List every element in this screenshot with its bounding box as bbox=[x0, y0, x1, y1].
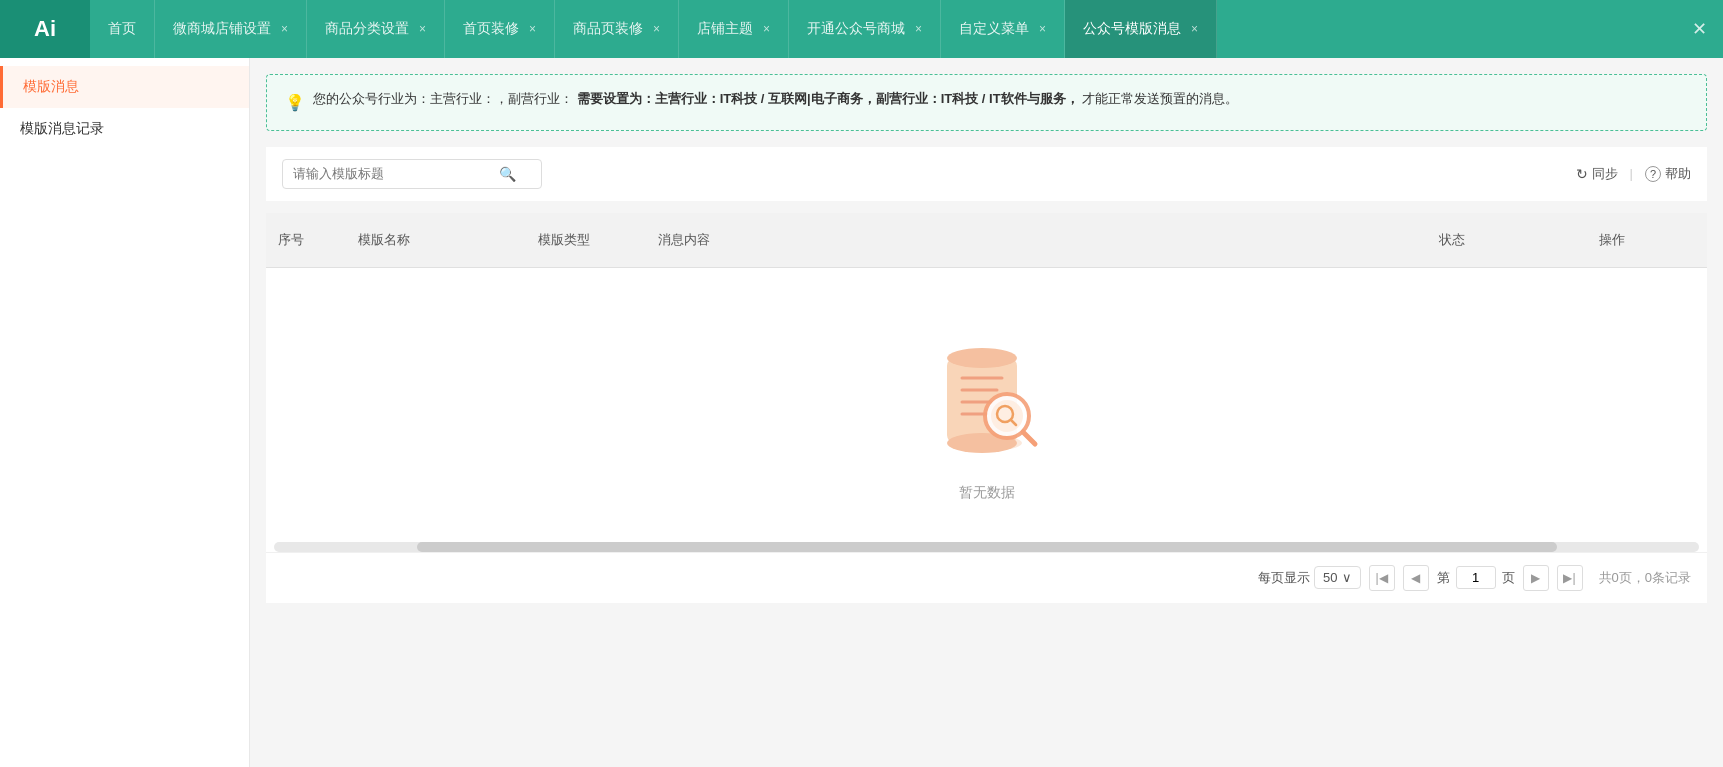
tab-category-settings-label: 商品分类设置 bbox=[325, 20, 409, 38]
first-page-icon: |◀ bbox=[1375, 571, 1387, 585]
svg-line-10 bbox=[1023, 432, 1035, 444]
pagination: 每页显示 50 ∨ |◀ ◀ 第 页 ▶ bbox=[266, 552, 1707, 603]
top-nav: Ai 首页 微商城店铺设置 × 商品分类设置 × 首页装修 × 商品页装修 × … bbox=[0, 0, 1723, 58]
sidebar: 模版消息 模版消息记录 bbox=[0, 58, 250, 767]
svg-point-2 bbox=[947, 348, 1017, 368]
tab-store-theme[interactable]: 店铺主题 × bbox=[679, 0, 789, 58]
page-unit: 页 bbox=[1502, 569, 1515, 587]
prev-page-button[interactable]: ◀ bbox=[1403, 565, 1429, 591]
next-page-button[interactable]: ▶ bbox=[1523, 565, 1549, 591]
search-input[interactable] bbox=[293, 166, 493, 181]
page-size-select: 每页显示 50 ∨ bbox=[1258, 566, 1360, 589]
tab-store-theme-close[interactable]: × bbox=[763, 22, 770, 36]
tab-product-decoration-close[interactable]: × bbox=[653, 22, 660, 36]
sync-button[interactable]: ↻ 同步 bbox=[1576, 165, 1618, 183]
tab-home-label: 首页 bbox=[108, 20, 136, 38]
page-size-dropdown[interactable]: 50 ∨ bbox=[1314, 566, 1360, 589]
total-info: 共0页，0条记录 bbox=[1599, 569, 1691, 587]
page-size-value: 50 bbox=[1323, 570, 1337, 585]
search-input-wrap[interactable]: 🔍 bbox=[282, 159, 542, 189]
scrollbar-thumb[interactable] bbox=[417, 542, 1557, 552]
chevron-down-icon: ∨ bbox=[1342, 570, 1352, 585]
tab-custom-menu-label: 自定义菜单 bbox=[959, 20, 1029, 38]
tab-category-settings[interactable]: 商品分类设置 × bbox=[307, 0, 445, 58]
tab-home-decoration[interactable]: 首页装修 × bbox=[445, 0, 555, 58]
prev-page-icon: ◀ bbox=[1411, 571, 1420, 585]
table-wrap: 序号 模版名称 模版类型 消息内容 状态 操作 bbox=[266, 213, 1707, 603]
tab-home-decoration-close[interactable]: × bbox=[529, 22, 536, 36]
next-page-icon: ▶ bbox=[1531, 571, 1540, 585]
col-message-content: 消息内容 bbox=[646, 223, 1427, 257]
sidebar-item-template-message-record[interactable]: 模版消息记录 bbox=[0, 108, 249, 150]
tab-template-message[interactable]: 公众号模版消息 × bbox=[1065, 0, 1217, 58]
content-area: 💡 您的公众号行业为：主营行业：，副营行业： 需要设置为：主营行业：IT科技 /… bbox=[250, 58, 1723, 767]
tab-custom-menu-close[interactable]: × bbox=[1039, 22, 1046, 36]
tab-category-close[interactable]: × bbox=[419, 22, 426, 36]
tab-custom-menu[interactable]: 自定义菜单 × bbox=[941, 0, 1065, 58]
table-header: 序号 模版名称 模版类型 消息内容 状态 操作 bbox=[266, 213, 1707, 268]
sidebar-item-template-message-record-label: 模版消息记录 bbox=[20, 120, 104, 136]
notice-highlight-text: 需要设置为：主营行业：IT科技 / 互联网|电子商务，副营行业：IT科技 / I… bbox=[577, 91, 1079, 106]
col-template-type: 模版类型 bbox=[526, 223, 646, 257]
tab-open-mall-close[interactable]: × bbox=[915, 22, 922, 36]
nav-tabs: 首页 微商城店铺设置 × 商品分类设置 × 首页装修 × 商品页装修 × 店铺主… bbox=[90, 0, 1676, 58]
first-page-button[interactable]: |◀ bbox=[1369, 565, 1395, 591]
tab-shop-settings-label: 微商城店铺设置 bbox=[173, 20, 271, 38]
svg-point-9 bbox=[991, 400, 1023, 432]
tab-open-mall[interactable]: 开通公众号商城 × bbox=[789, 0, 941, 58]
help-button[interactable]: ? 帮助 bbox=[1645, 165, 1691, 183]
page-size-label: 每页显示 bbox=[1258, 569, 1310, 587]
notice-icon: 💡 bbox=[285, 90, 305, 116]
col-status: 状态 bbox=[1427, 223, 1587, 257]
page-label: 第 bbox=[1437, 569, 1450, 587]
help-icon: ? bbox=[1645, 166, 1661, 182]
sync-icon: ↻ bbox=[1576, 166, 1588, 182]
last-page-icon: ▶| bbox=[1563, 571, 1575, 585]
sidebar-item-template-message[interactable]: 模版消息 bbox=[0, 66, 249, 108]
tab-store-theme-label: 店铺主题 bbox=[697, 20, 753, 38]
main-layout: 模版消息 模版消息记录 💡 您的公众号行业为：主营行业：，副营行业： 需要设置为… bbox=[0, 58, 1723, 767]
page-number-input[interactable] bbox=[1456, 566, 1496, 589]
brand-logo: Ai bbox=[0, 0, 90, 58]
last-page-button[interactable]: ▶| bbox=[1557, 565, 1583, 591]
tab-shop-settings-close[interactable]: × bbox=[281, 22, 288, 36]
tab-shop-settings[interactable]: 微商城店铺设置 × bbox=[155, 0, 307, 58]
close-all-button[interactable]: ✕ bbox=[1676, 0, 1723, 58]
tab-home[interactable]: 首页 bbox=[90, 0, 155, 58]
empty-state: 暂无数据 bbox=[266, 268, 1707, 542]
sidebar-item-template-message-label: 模版消息 bbox=[23, 78, 79, 94]
sync-label: 同步 bbox=[1592, 165, 1618, 183]
col-index: 序号 bbox=[266, 223, 346, 257]
page-input: 第 页 bbox=[1437, 566, 1515, 589]
tab-product-decoration-label: 商品页装修 bbox=[573, 20, 643, 38]
notice-text: 您的公众号行业为：主营行业：，副营行业： 需要设置为：主营行业：IT科技 / 互… bbox=[313, 89, 1238, 110]
toolbar-right: ↻ 同步 | ? 帮助 bbox=[1576, 165, 1691, 183]
tab-template-message-label: 公众号模版消息 bbox=[1083, 20, 1181, 38]
help-label: 帮助 bbox=[1665, 165, 1691, 183]
col-action: 操作 bbox=[1587, 223, 1707, 257]
empty-text: 暂无数据 bbox=[959, 484, 1015, 502]
notice-banner: 💡 您的公众号行业为：主营行业：，副营行业： 需要设置为：主营行业：IT科技 /… bbox=[266, 74, 1707, 131]
tab-template-message-close[interactable]: × bbox=[1191, 22, 1198, 36]
tab-home-decoration-label: 首页装修 bbox=[463, 20, 519, 38]
tab-product-decoration[interactable]: 商品页装修 × bbox=[555, 0, 679, 58]
empty-illustration bbox=[917, 328, 1057, 468]
search-bar: 🔍 ↻ 同步 | ? 帮助 bbox=[266, 147, 1707, 201]
search-icon[interactable]: 🔍 bbox=[499, 166, 516, 182]
toolbar-divider: | bbox=[1630, 166, 1633, 181]
col-template-name: 模版名称 bbox=[346, 223, 526, 257]
scrollbar-track[interactable] bbox=[274, 542, 1699, 552]
tab-open-mall-label: 开通公众号商城 bbox=[807, 20, 905, 38]
